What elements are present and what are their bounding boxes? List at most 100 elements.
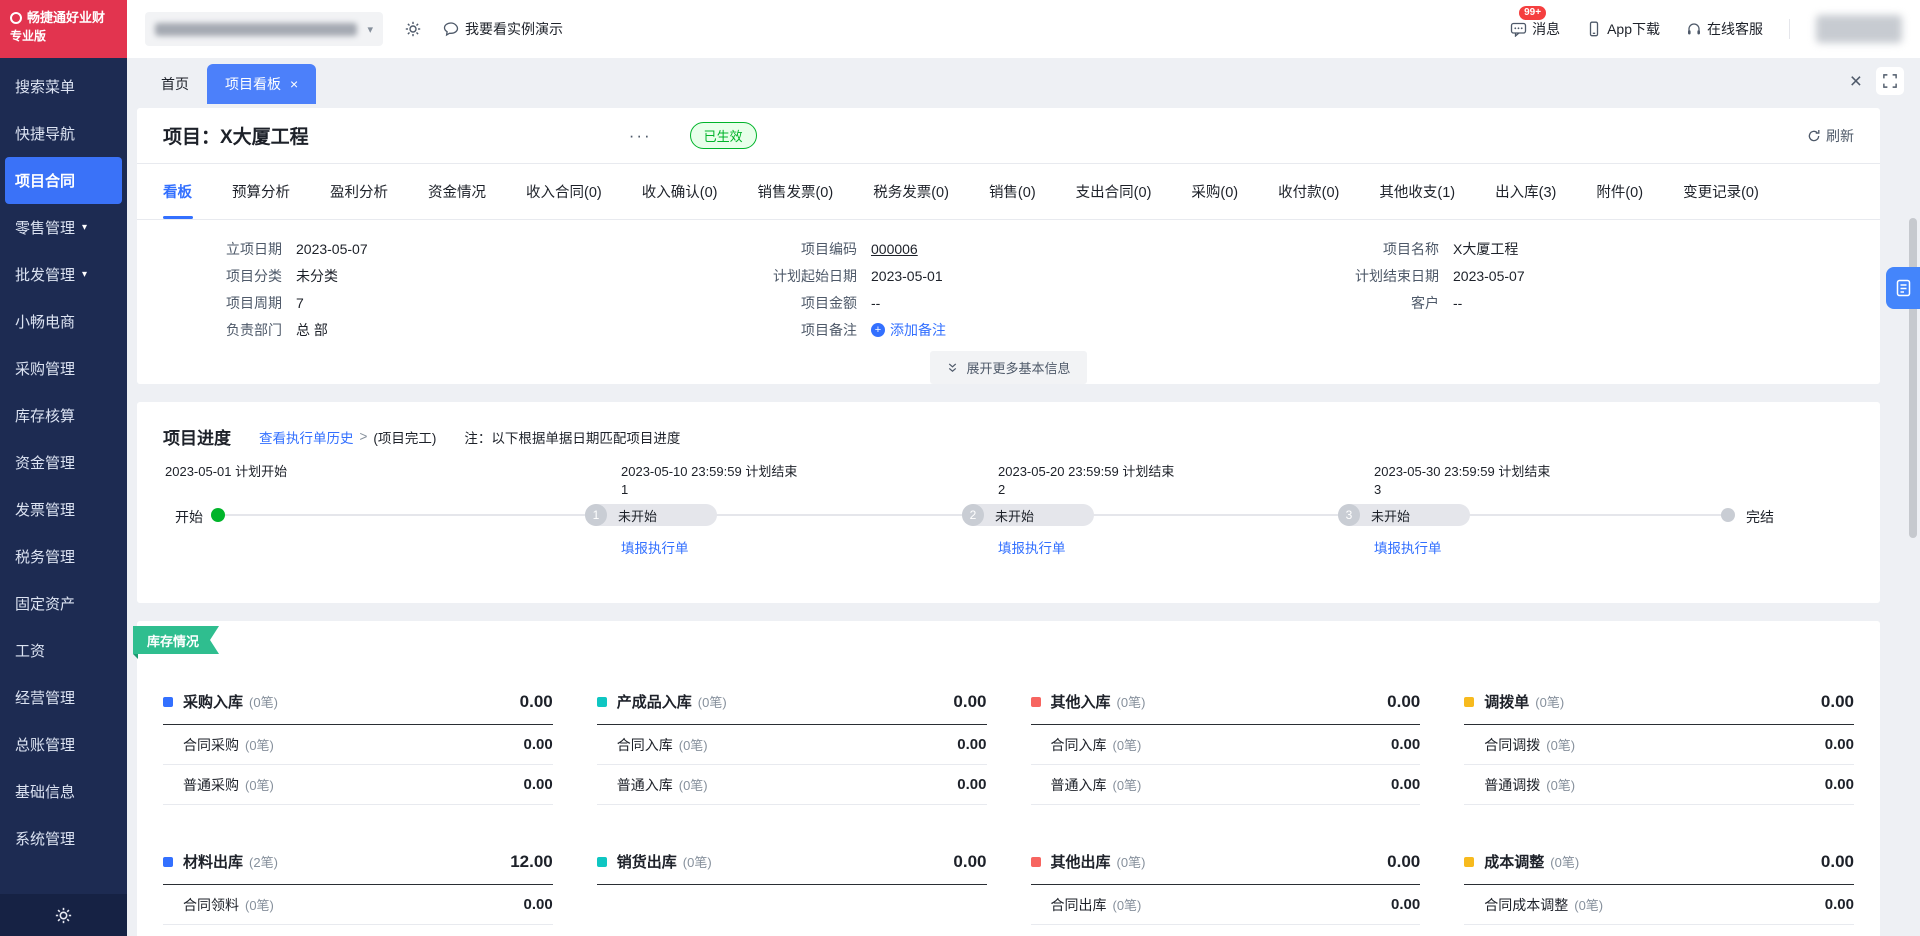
inventory-sub-row[interactable]: 合同采购 (0笔) 0.00 [163, 725, 553, 765]
sidebar-item-12[interactable]: 工资 [5, 627, 122, 674]
detail-tab-2[interactable]: 盈利分析 [330, 164, 388, 219]
inventory-value: 12.00 [510, 851, 553, 871]
detail-tab-13[interactable]: 出入库(3) [1495, 164, 1556, 219]
inventory-sub-row[interactable]: 合同出库 (0笔) 0.00 [1030, 885, 1421, 925]
messages-button[interactable]: 99+ 消息 [1510, 6, 1560, 39]
inventory-sub-count: (0笔) [1112, 778, 1142, 793]
inventory-group-header[interactable]: 其他出库 (0笔) 0.00 [1030, 839, 1421, 885]
detail-tab-1[interactable]: 预算分析 [232, 164, 290, 219]
inventory-sub-row[interactable]: 合同成本调整 (0笔) 0.00 [1464, 885, 1854, 925]
detail-tab-7[interactable]: 税务发票(0) [873, 164, 949, 219]
tab-actions: × [1846, 58, 1904, 104]
app-download-button[interactable]: App下载 [1586, 19, 1660, 39]
milestone-name: 2 [998, 482, 1006, 497]
inventory-sub-row[interactable]: 普通入库 (0笔) 0.00 [596, 765, 987, 805]
fill-execution-link[interactable]: 填报执行单 [621, 537, 689, 557]
inventory-sub-row[interactable]: 合同入库 (0笔) 0.00 [1030, 725, 1421, 765]
sidebar-item-8[interactable]: 资金管理 [5, 439, 122, 486]
page-tab-0[interactable]: 首页 [143, 64, 207, 104]
inventory-group-header[interactable]: 调拨单 (0笔) 0.00 [1464, 679, 1854, 725]
inventory-group-header[interactable]: 材料出库 (2笔) 12.00 [163, 839, 553, 885]
inventory-group-0: 采购入库 (0笔) 0.00 合同采购 (0笔) 0.00 普通采购 (0笔) 0.00 [163, 679, 553, 805]
detail-tab-15[interactable]: 变更记录(0) [1683, 164, 1759, 219]
progress-panel: 项目进度 查看执行单历史 > (项目完工) 注：以下根据单据日期匹配项目进度 2… [137, 402, 1880, 603]
history-suffix: (项目完工) [373, 430, 437, 446]
info-value: 7 [296, 295, 304, 311]
sidebar-item-3[interactable]: 零售管理 ▾ [5, 204, 122, 251]
tab-list: 首页 项目看板 × [143, 58, 317, 104]
milestone-node: 3 [1338, 504, 1360, 526]
close-icon[interactable]: × [1846, 71, 1866, 92]
info-row: 客户 -- [1317, 294, 1525, 312]
sidebar-item-10[interactable]: 税务管理 [5, 533, 122, 580]
inventory-group-header[interactable]: 其他入库 (0笔) 0.00 [1030, 679, 1421, 725]
inventory-sub-row[interactable]: 合同调拨 (0笔) 0.00 [1464, 725, 1854, 765]
inventory-group-2: 其他入库 (0笔) 0.00 合同入库 (0笔) 0.00 普通入库 (0笔) 0.00 [1030, 679, 1421, 805]
sidebar-item-9[interactable]: 发票管理 [5, 486, 122, 533]
inventory-sub-row[interactable]: 普通调拨 (0笔) 0.00 [1464, 765, 1854, 805]
sidebar-item-14[interactable]: 总账管理 [5, 721, 122, 768]
execution-history-link[interactable]: 查看执行单历史 [259, 427, 354, 447]
fill-execution-link[interactable]: 填报执行单 [998, 537, 1066, 557]
demo-link[interactable]: 我要看实例演示 [443, 19, 563, 39]
detail-tab-0[interactable]: 看板 [163, 164, 192, 219]
info-value: X大厦工程 [1453, 241, 1519, 257]
sidebar-item-5[interactable]: 小畅电商 [5, 298, 122, 345]
sidebar-item-6[interactable]: 采购管理 [5, 345, 122, 392]
sidebar-item-13[interactable]: 经营管理 [5, 674, 122, 721]
detail-tab-3[interactable]: 资金情况 [428, 164, 486, 219]
sidebar-item-2[interactable]: 项目合同 [5, 157, 122, 204]
detail-tab-8[interactable]: 销售(0) [989, 164, 1036, 219]
sidebar-item-11[interactable]: 固定资产 [5, 580, 122, 627]
progress-note: 注：以下根据单据日期匹配项目进度 [464, 430, 681, 446]
inventory-group-header[interactable]: 产成品入库 (0笔) 0.00 [596, 679, 987, 725]
inventory-sub-row[interactable]: 普通采购 (0笔) 0.00 [163, 765, 553, 805]
ribbon-fold [133, 654, 138, 659]
close-icon[interactable]: × [290, 77, 298, 91]
expand-more-button[interactable]: 展开更多基本信息 [930, 351, 1087, 384]
vertical-scrollbar[interactable] [1909, 108, 1917, 932]
page-tab-1[interactable]: 项目看板 × [207, 64, 317, 104]
sidebar-settings[interactable] [0, 894, 127, 936]
info-column-3: 项目名称 X大厦工程 计划结束日期 2023-05-07 客户 -- [1317, 240, 1525, 339]
info-value[interactable]: 000006 [871, 240, 918, 258]
inventory-group-header[interactable]: 销货出库 (0笔) 0.00 [596, 839, 987, 885]
scrollbar-thumb[interactable] [1909, 218, 1917, 538]
detail-tab-11[interactable]: 收付款(0) [1278, 164, 1339, 219]
detail-tab-4[interactable]: 收入合同(0) [526, 164, 602, 219]
inventory-group-header[interactable]: 成本调整 (0笔) 0.00 [1464, 839, 1854, 885]
demo-label: 我要看实例演示 [465, 21, 563, 37]
sidebar-item-7[interactable]: 库存核算 [5, 392, 122, 439]
detail-tab-14[interactable]: 附件(0) [1596, 164, 1643, 219]
info-value[interactable]: + 添加备注 [871, 321, 946, 339]
milestone-date: 2023-05-10 23:59:59 计划结束 [621, 464, 798, 479]
more-menu-button[interactable]: ··· [629, 126, 652, 146]
org-select[interactable]: ▾ [145, 12, 383, 46]
settings-gear-button[interactable] [405, 21, 421, 37]
info-value: 2023-05-07 [1453, 268, 1525, 284]
sidebar-item-15[interactable]: 基础信息 [5, 768, 122, 815]
inventory-group-header[interactable]: 采购入库 (0笔) 0.00 [163, 679, 553, 725]
detail-tab-9[interactable]: 支出合同(0) [1076, 164, 1152, 219]
info-value: -- [871, 295, 881, 311]
floating-report-button[interactable] [1886, 267, 1920, 309]
fullscreen-button[interactable] [1876, 67, 1904, 95]
detail-tab-5[interactable]: 收入确认(0) [642, 164, 718, 219]
detail-tab-10[interactable]: 采购(0) [1191, 164, 1238, 219]
sidebar-item-1[interactable]: 快捷导航 [5, 110, 122, 157]
inventory-sub-row[interactable]: 普通入库 (0笔) 0.00 [1030, 765, 1421, 805]
user-account-redacted[interactable] [1816, 15, 1902, 43]
refresh-button[interactable]: 刷新 [1807, 126, 1854, 146]
fill-execution-link[interactable]: 填报执行单 [1374, 537, 1442, 557]
detail-tab-6[interactable]: 销售发票(0) [757, 164, 833, 219]
inventory-sub-row[interactable]: 合同入库 (0笔) 0.00 [596, 725, 987, 765]
online-service-button[interactable]: 在线客服 [1686, 19, 1763, 39]
info-label: 项目分类 [226, 268, 282, 284]
milestone-name: 3 [1374, 482, 1382, 497]
tab-label: 首页 [161, 76, 189, 92]
sidebar-item-4[interactable]: 批发管理 ▾ [5, 251, 122, 298]
inventory-sub-row[interactable]: 合同领料 (0笔) 0.00 [163, 885, 553, 925]
sidebar-item-0[interactable]: 搜索菜单 [5, 63, 122, 110]
sidebar-item-16[interactable]: 系统管理 [5, 815, 122, 862]
detail-tab-12[interactable]: 其他收支(1) [1379, 164, 1455, 219]
